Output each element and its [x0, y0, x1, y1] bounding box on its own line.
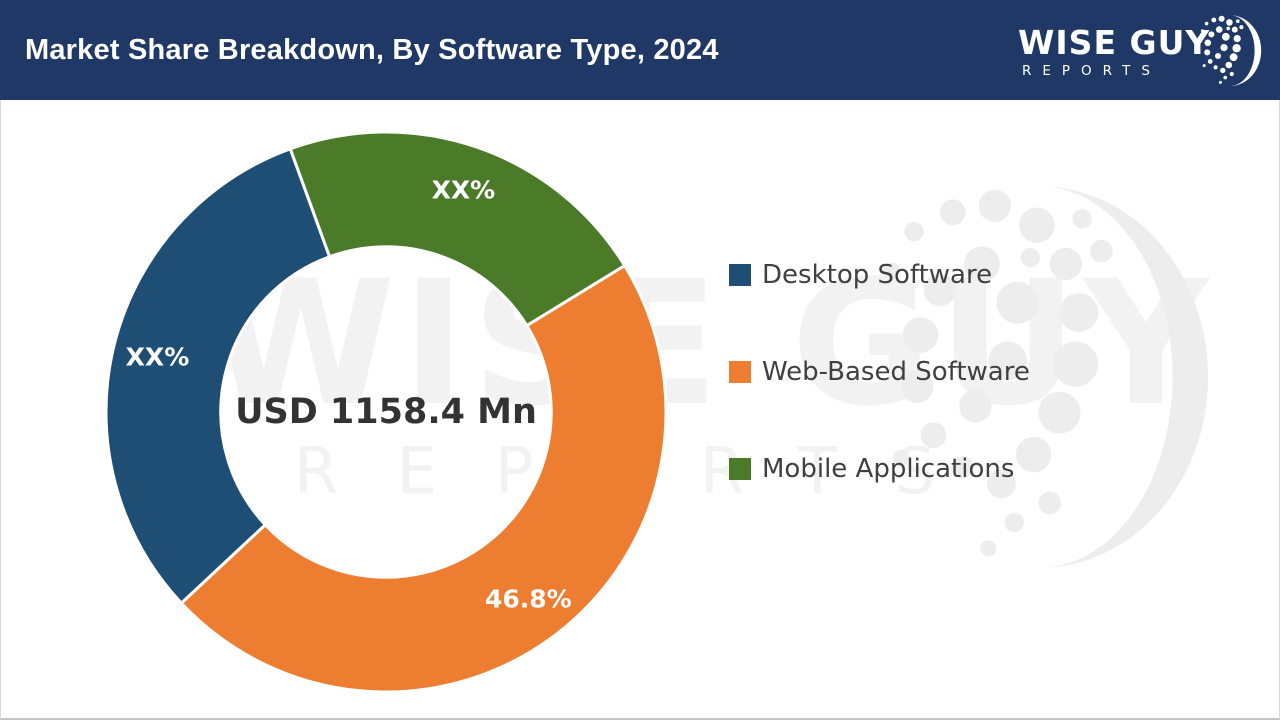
page-title: Market Share Breakdown, By Software Type… — [25, 33, 719, 66]
logo-wordmark: WISE GUY — [1018, 23, 1210, 62]
chart-center-value: USD 1158.4 Mn — [235, 392, 537, 432]
legend: Desktop Software Web-Based Software Mobile… — [729, 260, 1030, 551]
slice-label-desktop-software: XX% — [126, 343, 190, 372]
legend-item-desktop-software: Desktop Software — [729, 260, 1030, 290]
slice-label-web-based-software: 46.8% — [485, 584, 572, 613]
legend-label: Desktop Software — [762, 260, 993, 290]
slice-label-mobile-applications: XX% — [432, 176, 496, 205]
chart-board: WISE GUY REPORTS XX%46.8%XX% USD 1158.4 … — [0, 100, 1280, 720]
legend-swatch-icon — [729, 361, 751, 383]
legend-label: Mobile Applications — [762, 454, 1015, 484]
logo-subtitle: REPORTS — [1022, 63, 1161, 79]
header: Market Share Breakdown, By Software Type… — [0, 0, 1280, 100]
report-canvas: Market Share Breakdown, By Software Type… — [0, 0, 1280, 720]
legend-label: Web-Based Software — [762, 357, 1030, 387]
legend-item-web-based-software: Web-Based Software — [729, 357, 1030, 387]
legend-item-mobile-applications: Mobile Applications — [729, 454, 1030, 484]
wiseguy-logo: WISE GUY REPORTS — [1018, 15, 1262, 87]
pie-slice-desktop-software — [104, 147, 331, 605]
legend-swatch-icon — [729, 458, 751, 480]
pie-slice-web-based-software — [179, 264, 668, 694]
legend-swatch-icon — [729, 264, 751, 286]
